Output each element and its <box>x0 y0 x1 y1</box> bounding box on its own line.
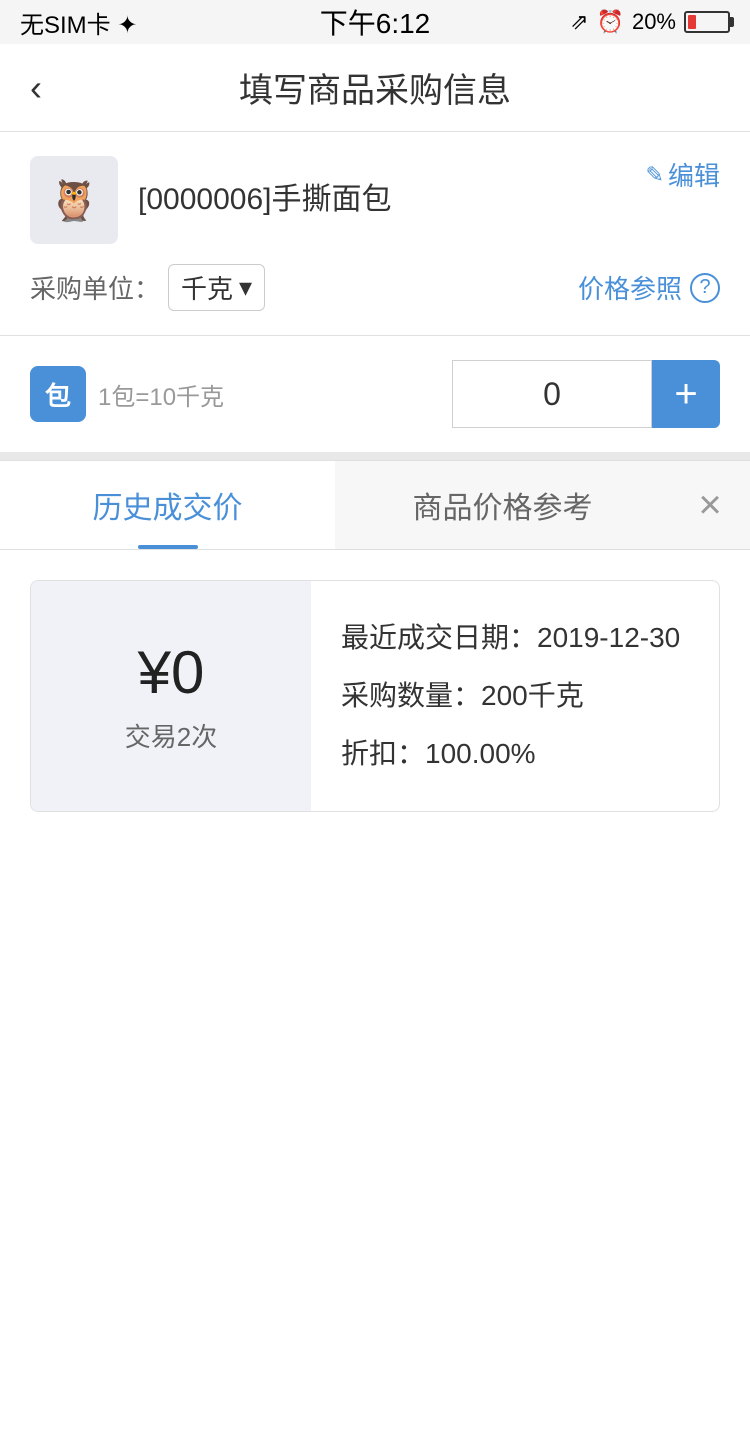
unit-label: 采购单位： <box>30 269 160 306</box>
discount-label: 折扣： <box>341 738 425 769</box>
unit-value: 千克 <box>181 269 233 306</box>
unit-select-dropdown[interactable]: 千克 ▾ <box>168 264 265 311</box>
tab-history-price-label: 历史成交价 <box>93 483 243 527</box>
price-right-panel: 最近成交日期：2019-12-30 采购数量：200千克 折扣：100.00% <box>311 581 719 811</box>
history-price-content: ¥0 交易2次 最近成交日期：2019-12-30 采购数量：200千克 折扣：… <box>0 550 750 842</box>
help-icon: ? <box>690 273 720 303</box>
quantity-row: 包 1包=10千克 + <box>0 336 750 460</box>
quantity-input[interactable] <box>452 360 652 428</box>
product-name: [0000006]手撕面包 <box>138 174 391 218</box>
back-button[interactable]: ‹ <box>30 67 42 109</box>
price-reference-button[interactable]: 价格参照 ? <box>578 269 720 306</box>
quantity-control: + <box>452 360 720 428</box>
price-left-panel: ¥0 交易2次 <box>31 581 311 811</box>
product-left: 🦉 [0000006]手撕面包 <box>30 156 391 244</box>
bottom-panel: 历史成交价 商品价格参考 × ¥0 交易2次 最近成交日期：2019-12-30… <box>0 460 750 842</box>
status-bar: 无SIM卡 ✦ 下午6:12 ⇗ ⏰ 20% <box>0 0 750 44</box>
price-amount: ¥0 <box>138 638 205 707</box>
rest-area <box>0 842 750 1442</box>
page-title: 填写商品采购信息 <box>239 63 511 112</box>
product-owl-icon: 🦉 <box>49 177 99 224</box>
tab-history-price[interactable]: 历史成交价 <box>0 461 335 549</box>
quantity-plus-button[interactable]: + <box>652 360 720 428</box>
quantity-row-detail: 采购数量：200千克 <box>341 675 689 717</box>
tabs-row: 历史成交价 商品价格参考 × <box>0 461 750 550</box>
nav-bar: ‹ 填写商品采购信息 <box>0 44 750 132</box>
recent-date-value: 2019-12-30 <box>537 622 680 653</box>
edit-icon: ✎ <box>646 162 664 188</box>
alarm-icon: ⏰ <box>597 9 624 35</box>
status-right-group: ⇗ ⏰ 20% <box>570 9 730 35</box>
quantity-value: 200千克 <box>481 680 584 711</box>
status-carrier: 无SIM卡 ✦ <box>20 5 137 40</box>
chevron-down-icon: ▾ <box>239 272 252 303</box>
price-card: ¥0 交易2次 最近成交日期：2019-12-30 采购数量：200千克 折扣：… <box>30 580 720 812</box>
product-unit-row: 采购单位： 千克 ▾ 价格参照 ? <box>30 264 720 311</box>
product-header: 🦉 [0000006]手撕面包 ✎ 编辑 <box>30 156 720 244</box>
close-icon: × <box>698 483 721 528</box>
discount-value: 100.00% <box>425 738 536 769</box>
battery-fill <box>688 15 696 29</box>
unit-selector-group: 采购单位： 千克 ▾ <box>30 264 265 311</box>
quantity-label: 采购数量： <box>341 680 481 711</box>
edit-label: 编辑 <box>668 156 720 193</box>
tab-indicator <box>138 545 198 549</box>
unit-info: 包 1包=10千克 <box>30 366 224 422</box>
tab-product-price-ref[interactable]: 商品价格参考 <box>335 461 670 549</box>
product-card: 🦉 [0000006]手撕面包 ✎ 编辑 采购单位： 千克 ▾ 价格参照 ? <box>0 132 750 336</box>
tab-product-price-ref-label: 商品价格参考 <box>413 483 593 527</box>
edit-button[interactable]: ✎ 编辑 <box>646 156 720 193</box>
close-panel-button[interactable]: × <box>670 461 750 549</box>
recent-date-label: 最近成交日期： <box>341 622 537 653</box>
navigation-icon: ⇗ <box>570 9 588 35</box>
price-ref-label: 价格参照 <box>578 269 682 306</box>
status-time: 下午6:12 <box>320 2 431 42</box>
unit-badge: 包 <box>30 366 86 422</box>
recent-date-row: 最近成交日期：2019-12-30 <box>341 617 689 659</box>
price-times: 交易2次 <box>125 717 217 754</box>
battery-icon <box>684 11 730 33</box>
battery-percent: 20% <box>632 9 676 35</box>
carrier-text: 无SIM卡 ✦ <box>20 5 137 40</box>
discount-row: 折扣：100.00% <box>341 733 689 775</box>
product-thumbnail: 🦉 <box>30 156 118 244</box>
unit-conversion: 1包=10千克 <box>98 377 224 412</box>
